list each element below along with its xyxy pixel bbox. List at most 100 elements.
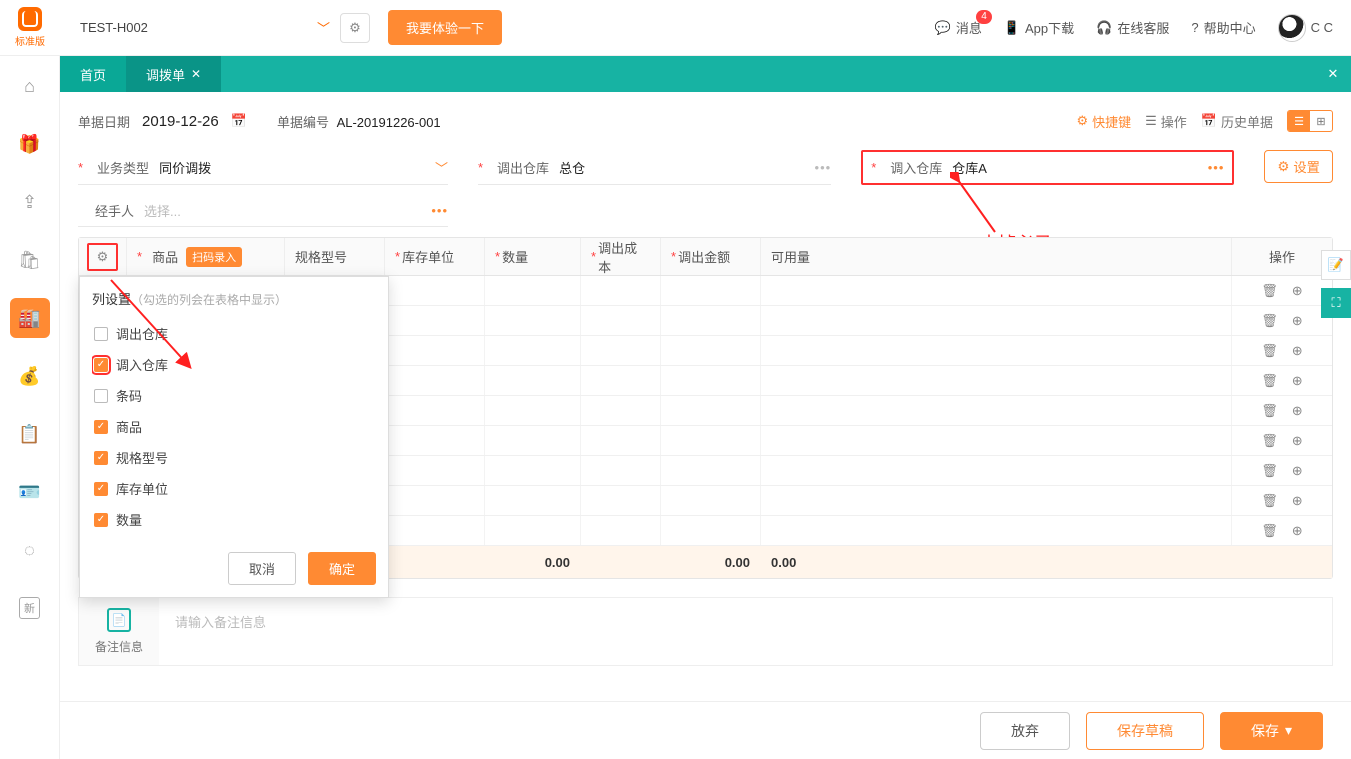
copy-icon[interactable]: ⊕ (1292, 313, 1303, 329)
close-icon[interactable]: ✕ (191, 67, 201, 81)
settings-button[interactable]: ⚙设置 (1264, 150, 1333, 183)
delete-icon[interactable]: 🗑 (1261, 493, 1278, 509)
popover-item[interactable]: ✓数量 (92, 504, 370, 535)
chevron-down-icon: ﹀ (435, 158, 448, 177)
delete-icon[interactable]: 🗑 (1261, 343, 1278, 359)
chevron-down-icon: ▾ (1285, 722, 1292, 739)
column-settings-button[interactable]: ⚙ (79, 238, 127, 275)
sidebar-loading-icon[interactable]: ◌ (10, 530, 50, 570)
nav-help-label: 帮助中心 (1204, 18, 1256, 37)
copy-icon[interactable]: ⊕ (1292, 433, 1303, 449)
doc-no-label: 单据编号 (277, 115, 329, 130)
tab-transfer-order[interactable]: 调拨单 ✕ (126, 56, 221, 92)
left-sidebar: ⌂ 🎁 ⇪ 🛍 🏭 💰 📋 🪪 ◌ 新 (0, 56, 60, 759)
popover-item-label: 条码 (116, 386, 142, 405)
history-button[interactable]: 📅历史单据 (1201, 112, 1273, 131)
discard-button[interactable]: 放弃 (980, 712, 1070, 750)
popover-item-label: 调出仓库 (116, 324, 168, 343)
table-header: ⚙ *商品扫码录入 规格型号 *库存单位 *数量 *调出成本 *调出金额 可用量… (79, 238, 1332, 276)
list-icon: ☰ (1145, 113, 1157, 129)
sidebar-home-icon[interactable]: ⌂ (10, 66, 50, 106)
delete-icon[interactable]: 🗑 (1261, 403, 1278, 419)
footer-avail: 0.00 (761, 546, 1232, 578)
message-icon: 💬 (935, 20, 951, 36)
right-rail: 📝 ⛶ (1321, 250, 1351, 318)
trial-button[interactable]: 我要体验一下 (388, 10, 502, 45)
col-product: *商品扫码录入 (127, 238, 285, 275)
headset-icon: 🎧 (1096, 20, 1112, 36)
popover-item[interactable]: 条码 (92, 380, 370, 411)
popover-item[interactable]: 单位2 (92, 535, 370, 538)
footer-amt: 0.00 (661, 546, 761, 578)
save-draft-button[interactable]: 保存草稿 (1086, 712, 1204, 750)
gear-icon: ⚙ (1076, 113, 1088, 129)
chevron-down-icon: ﹀ (317, 18, 330, 37)
org-selector[interactable]: TEST-H002 ﹀ (80, 12, 330, 44)
items-table: ⚙ *商品扫码录入 规格型号 *库存单位 *数量 *调出成本 *调出金额 可用量… (78, 237, 1333, 579)
nav-customer-service[interactable]: 🎧 在线客服 (1096, 18, 1169, 37)
sidebar-warehouse-icon[interactable]: 🏭 (10, 298, 50, 338)
sidebar-new-icon[interactable]: 新 (10, 588, 50, 628)
calendar-icon[interactable]: 📅 (231, 113, 247, 129)
field-handler[interactable]: 经手人 选择... ••• (78, 195, 448, 227)
ok-button[interactable]: 确定 (308, 552, 376, 585)
copy-icon[interactable]: ⊕ (1292, 373, 1303, 389)
delete-icon[interactable]: 🗑 (1261, 283, 1278, 299)
popover-item[interactable]: ✓规格型号 (92, 442, 370, 473)
tab-home[interactable]: 首页 (60, 56, 126, 92)
popover-item[interactable]: 调出仓库 (92, 318, 370, 349)
note-rail-button[interactable]: 📝 (1321, 250, 1351, 280)
copy-icon[interactable]: ⊕ (1292, 403, 1303, 419)
cancel-button[interactable]: 取消 (228, 552, 296, 585)
remark-label: 备注信息 (95, 638, 143, 655)
tabs-close-all[interactable]: ✕ (1315, 56, 1351, 92)
shortcut-button[interactable]: ⚙快捷键 (1076, 112, 1131, 131)
delete-icon[interactable]: 🗑 (1261, 313, 1278, 329)
field-in-warehouse[interactable]: * 调入仓库 仓库A ••• (861, 150, 1234, 185)
sidebar-clipboard-icon[interactable]: 📋 (10, 414, 50, 454)
delete-icon[interactable]: 🗑 (1261, 373, 1278, 389)
copy-icon[interactable]: ⊕ (1292, 493, 1303, 509)
document-header: 单据日期 2019-12-26 📅 单据编号 AL-20191226-001 ⚙… (78, 110, 1333, 132)
footer-actions: 放弃 保存草稿 保存▾ (60, 701, 1351, 759)
note-icon: 📄 (107, 608, 131, 632)
grid-view-icon: ⊞ (1310, 111, 1332, 131)
view-toggle[interactable]: ☰⊞ (1287, 110, 1333, 132)
org-settings-button[interactable]: ⚙ (340, 13, 370, 43)
nav-messages[interactable]: 💬 消息 4 (935, 18, 982, 37)
nav-user[interactable]: C C (1278, 14, 1333, 42)
popover-list[interactable]: 调出仓库 ✓调入仓库条码 ✓商品✓规格型号✓库存单位✓数量单位2 (92, 318, 376, 538)
doc-date[interactable]: 2019-12-26 (142, 113, 219, 130)
sidebar-money-icon[interactable]: 💰 (10, 356, 50, 396)
phone-icon: 📱 (1004, 20, 1020, 36)
copy-icon[interactable]: ⊕ (1292, 523, 1303, 539)
copy-icon[interactable]: ⊕ (1292, 283, 1303, 299)
sidebar-upload-icon[interactable]: ⇪ (10, 182, 50, 222)
nav-app-download[interactable]: 📱 App下载 (1004, 18, 1074, 37)
remark-input[interactable]: 请输入备注信息 (159, 598, 1332, 665)
popover-item-label: 数量 (116, 510, 142, 529)
nav-help-center[interactable]: ? 帮助中心 (1191, 18, 1255, 37)
col-qty: *数量 (485, 238, 581, 275)
popover-item[interactable]: ✓调入仓库 (92, 349, 370, 380)
sidebar-gift-icon[interactable]: 🎁 (10, 124, 50, 164)
ops-button[interactable]: ☰操作 (1145, 112, 1187, 131)
sidebar-bag-icon[interactable]: 🛍 (10, 240, 50, 280)
doc-date-label: 单据日期 (78, 112, 130, 131)
field-biz-type[interactable]: * 业务类型 同价调拨 ﹀ (78, 150, 448, 185)
popover-item[interactable]: ✓商品 (92, 411, 370, 442)
delete-icon[interactable]: 🗑 (1261, 463, 1278, 479)
popover-item[interactable]: ✓库存单位 (92, 473, 370, 504)
field-out-warehouse[interactable]: * 调出仓库 总仓 ••• (478, 150, 831, 185)
expand-rail-button[interactable]: ⛶ (1321, 288, 1351, 318)
copy-icon[interactable]: ⊕ (1292, 343, 1303, 359)
copy-icon[interactable]: ⊕ (1292, 463, 1303, 479)
gear-icon: ⚙ (349, 20, 361, 36)
help-icon: ? (1191, 20, 1198, 35)
delete-icon[interactable]: 🗑 (1261, 523, 1278, 539)
scan-input-badge[interactable]: 扫码录入 (186, 247, 242, 267)
delete-icon[interactable]: 🗑 (1261, 433, 1278, 449)
sidebar-card-icon[interactable]: 🪪 (10, 472, 50, 512)
nav-app-label: App下载 (1025, 18, 1074, 37)
save-button[interactable]: 保存▾ (1220, 712, 1323, 750)
